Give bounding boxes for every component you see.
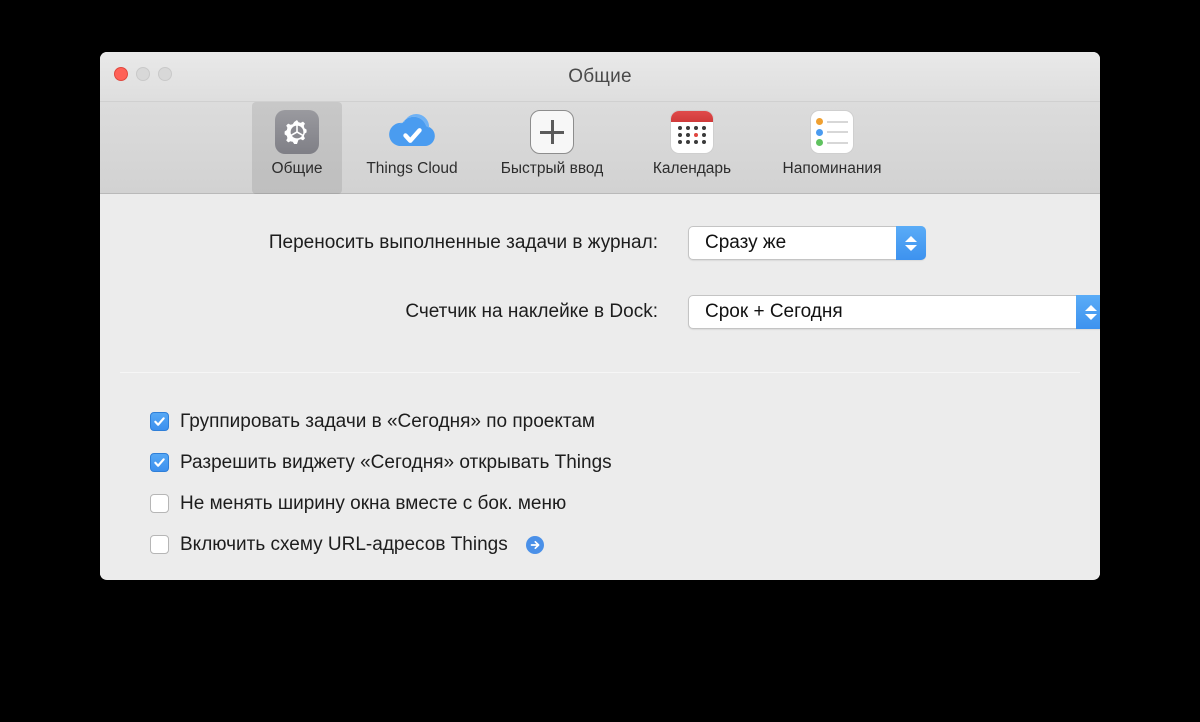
chevron-down-icon <box>1085 313 1097 320</box>
checkbox-group: Группировать задачи в «Сегодня» по проек… <box>150 401 612 565</box>
checkbox-group-today[interactable] <box>150 412 169 431</box>
tab-general[interactable]: Общие <box>252 102 342 194</box>
checkbox-row-group-today[interactable]: Группировать задачи в «Сегодня» по проек… <box>150 401 612 442</box>
dock-badge-label: Счетчик на наклейке в Dock: <box>405 301 658 322</box>
tab-quick-entry-label: Быстрый ввод <box>500 160 604 177</box>
tab-things-cloud-label: Things Cloud <box>366 160 458 177</box>
section-divider <box>120 372 1080 373</box>
dock-badge-dropdown[interactable]: Срок + Сегодня <box>688 295 1100 329</box>
checkbox-keep-window-width[interactable] <box>150 494 169 513</box>
dock-badge-dropdown-stepper[interactable] <box>1076 295 1100 329</box>
plus-icon <box>528 108 576 156</box>
page-title: Общие <box>568 66 632 87</box>
tab-calendar-label: Календарь <box>652 160 732 177</box>
checkbox-enable-url-scheme[interactable] <box>150 535 169 554</box>
chevron-up-icon <box>1085 304 1097 311</box>
tab-general-label: Общие <box>271 160 323 177</box>
checkbox-widget-open-things[interactable] <box>150 453 169 472</box>
preferences-window: Общие Общие Things Cloud Быстрый ввод Ка… <box>100 52 1100 580</box>
tab-quick-entry[interactable]: Быстрый ввод <box>482 102 622 194</box>
logbook-dropdown[interactable]: Сразу же <box>688 226 926 260</box>
preferences-content: Переносить выполненные задачи в журнал: … <box>100 194 1100 579</box>
checkbox-enable-url-scheme-label: Включить схему URL-адресов Things <box>180 533 508 555</box>
chevron-up-icon <box>905 235 917 242</box>
checkbox-keep-window-width-label: Не менять ширину окна вместе с бок. меню <box>180 492 567 514</box>
checkbox-row-window-width[interactable]: Не менять ширину окна вместе с бок. меню <box>150 483 612 524</box>
preferences-toolbar: Общие Things Cloud Быстрый ввод Календар… <box>100 102 1100 194</box>
logbook-dropdown-value: Сразу же <box>705 232 787 253</box>
checkbox-widget-open-things-label: Разрешить виджету «Сегодня» открывать Th… <box>180 451 612 473</box>
logbook-dropdown-stepper[interactable] <box>896 226 926 260</box>
calendar-icon <box>668 108 716 156</box>
dock-badge-dropdown-value: Срок + Сегодня <box>705 301 843 322</box>
title-bar: Общие <box>100 52 1100 102</box>
gear-icon <box>273 108 321 156</box>
tab-reminders[interactable]: Напоминания <box>762 102 902 194</box>
chevron-down-icon <box>905 244 917 251</box>
tab-reminders-label: Напоминания <box>782 160 882 177</box>
checkbox-row-url-scheme[interactable]: Включить схему URL-адресов Things <box>150 524 612 565</box>
tab-things-cloud[interactable]: Things Cloud <box>342 102 482 194</box>
arrow-right-circle-icon[interactable] <box>525 535 545 555</box>
tab-calendar[interactable]: Календарь <box>622 102 762 194</box>
checkbox-group-today-label: Группировать задачи в «Сегодня» по проек… <box>180 410 595 432</box>
reminders-icon <box>808 108 856 156</box>
checkbox-row-widget[interactable]: Разрешить виджету «Сегодня» открывать Th… <box>150 442 612 483</box>
setting-row-logbook: Переносить выполненные задачи в журнал: … <box>128 226 926 260</box>
setting-row-dock-badge: Счетчик на наклейке в Dock: Срок + Сегод… <box>128 295 1100 329</box>
cloud-icon <box>388 108 436 156</box>
logbook-label: Переносить выполненные задачи в журнал: <box>268 232 658 253</box>
